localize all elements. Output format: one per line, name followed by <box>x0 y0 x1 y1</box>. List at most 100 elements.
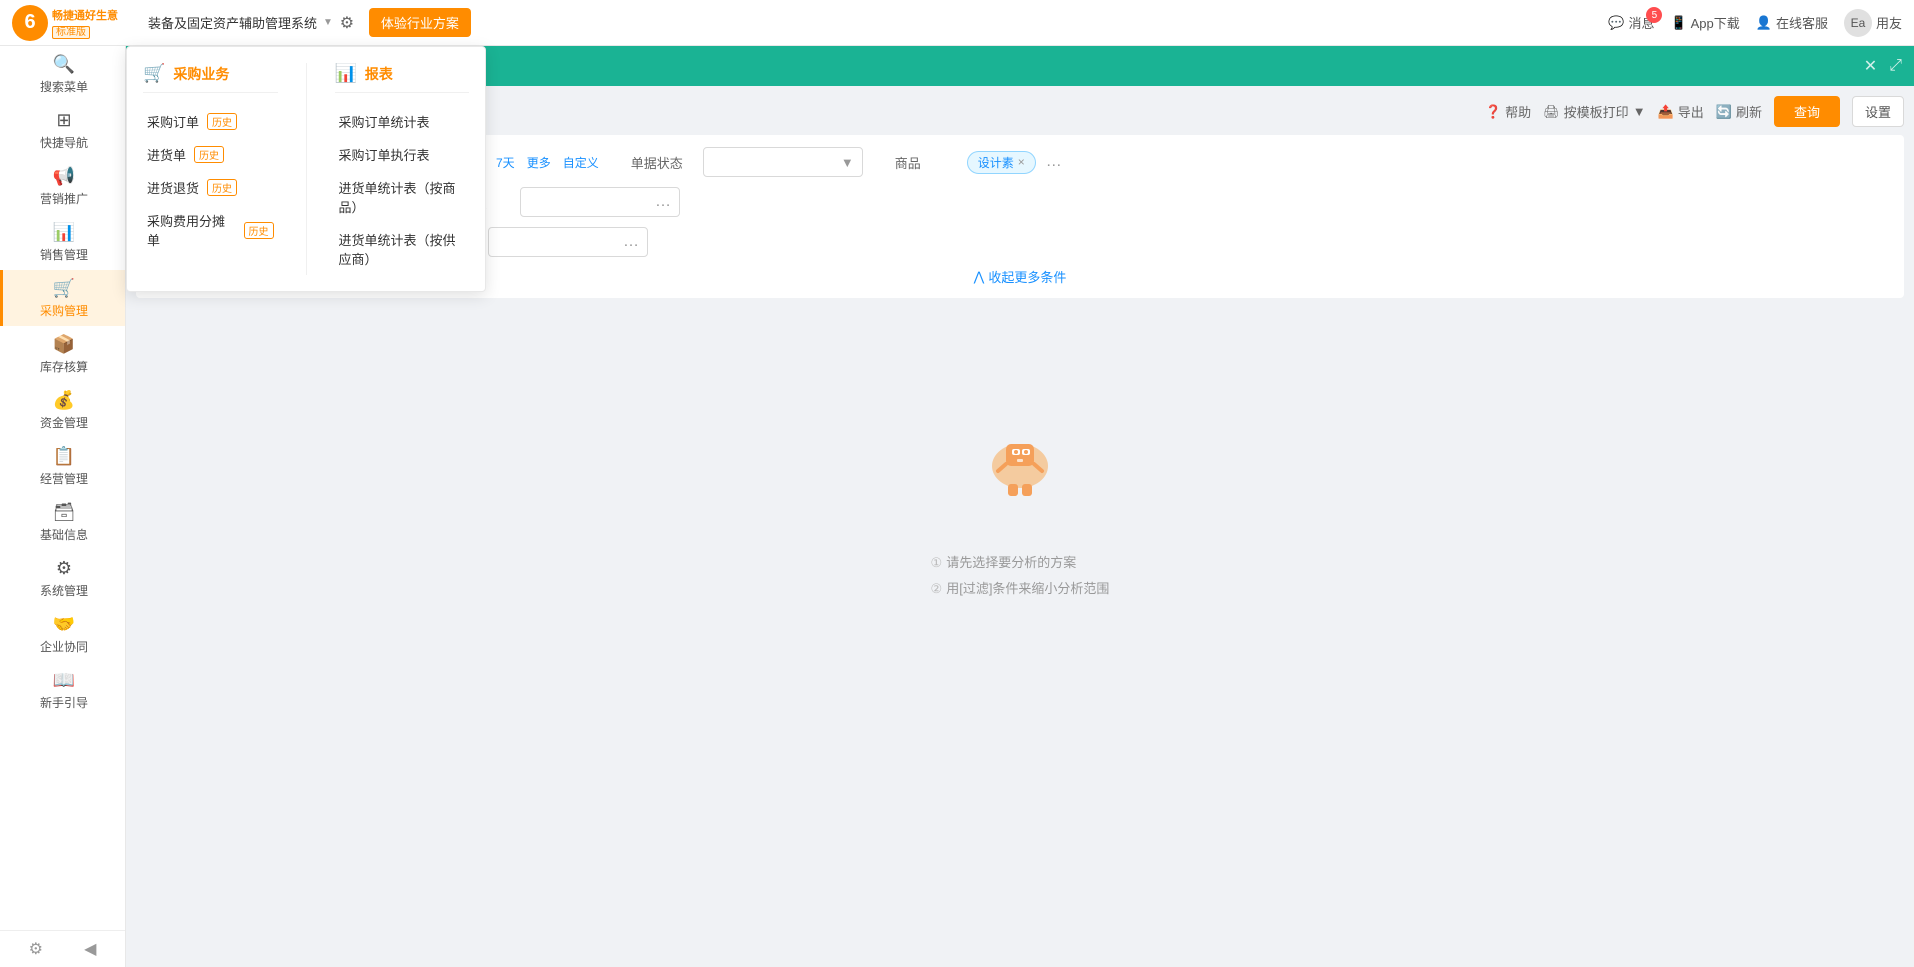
menu-item-order-exec[interactable]: 采购订单执行表 <box>335 138 470 171</box>
app-download-label: App下载 <box>1691 13 1740 32</box>
sidebar-settings-icon[interactable]: ⚙ <box>29 939 43 959</box>
purchase-order-history: 历史 <box>207 113 237 130</box>
quick-more[interactable]: 更多 <box>527 154 551 171</box>
user-avatar: Ea <box>1844 9 1872 37</box>
sidebar-label-enterprise: 企业协同 <box>40 638 88 655</box>
menu-item-receipt-stats-goods[interactable]: 进货单统计表（按商品） <box>335 171 470 223</box>
export-icon: 📤 <box>1658 104 1674 120</box>
query-btn[interactable]: 查询 <box>1774 96 1840 127</box>
empty-hint1: 请先选择要分析的方案 <box>931 555 1077 570</box>
purchase-business-label: 采购业务 <box>173 64 229 84</box>
sidebar-item-finance[interactable]: 💰 资金管理 <box>0 382 125 438</box>
receipt-stats-goods-label: 进货单统计表（按商品） <box>339 178 466 216</box>
message-btn[interactable]: 💬 消息 5 <box>1608 13 1654 32</box>
goods-filter-more[interactable]: … <box>1046 153 1062 171</box>
menu-item-purchase-order[interactable]: 采购订单 历史 <box>143 105 278 138</box>
export-btn[interactable]: 📤 导出 <box>1658 102 1704 121</box>
app-container: 6 畅捷通好生意 标准版 装备及固定资产辅助管理系统 ▼ ⚙ 体验行业方案 💬 … <box>0 0 1914 967</box>
online-service-btn[interactable]: 👤 在线客服 <box>1756 13 1828 32</box>
sidebar-item-purchase[interactable]: 🛒 采购管理 <box>0 270 125 326</box>
enterprise-icon: 🤝 <box>53 614 75 635</box>
refresh-btn[interactable]: 🔄 刷新 <box>1716 102 1762 121</box>
sales-icon: 📊 <box>53 222 75 243</box>
purchase-expense-history: 历史 <box>244 222 274 239</box>
menu-item-receipt-stats-supplier[interactable]: 进货单统计表（按供应商） <box>335 223 470 275</box>
sidebar-item-operation[interactable]: 📋 经营管理 <box>0 438 125 494</box>
logo-icon: 6 <box>12 5 48 41</box>
customer-input[interactable]: … <box>488 227 648 257</box>
quick-custom[interactable]: 自定义 <box>563 154 599 171</box>
goods-tag-remove[interactable]: × <box>1018 155 1025 169</box>
sidebar-item-inventory[interactable]: 📦 库存核算 <box>0 326 125 382</box>
goods-return-label: 进货退货 <box>147 178 199 197</box>
goods-tag-text: 设计素 <box>978 154 1014 171</box>
sidebar-label-sales: 销售管理 <box>40 246 88 263</box>
sidebar-item-quick-nav[interactable]: ⊞ 快捷导航 <box>0 102 125 158</box>
sidebar-item-marketing[interactable]: 📢 营销推广 <box>0 158 125 214</box>
print-dropdown-icon[interactable]: ▼ <box>1633 104 1646 119</box>
settings-gear-icon[interactable]: ⚙ <box>333 9 361 37</box>
message-icon: 💬 <box>1608 15 1624 31</box>
online-service-label: 在线客服 <box>1776 13 1828 32</box>
menu-item-order-stats[interactable]: 采购订单统计表 <box>335 105 470 138</box>
sidebar-label-quick-nav: 快捷导航 <box>40 134 88 151</box>
sidebar-label-search: 搜索菜单 <box>40 78 88 95</box>
purchase-business-section: 🛒 采购业务 采购订单 历史 进货单 历史 进货退货 历史 采购费用分摊单 历史 <box>143 63 278 275</box>
salesperson-more[interactable]: … <box>655 193 671 211</box>
menu-item-goods-return[interactable]: 进货退货 历史 <box>143 171 278 204</box>
print-btn[interactable]: 🖨 按模板打印 ▼ <box>1543 102 1645 121</box>
sidebar-collapse-icon[interactable]: ◀ <box>84 939 96 959</box>
purchase-dropdown-menu: 🛒 采购业务 采购订单 历史 进货单 历史 进货退货 历史 采购费用分摊单 历史 <box>126 46 486 292</box>
sidebar-item-enterprise[interactable]: 🤝 企业协同 <box>0 606 125 662</box>
print-icon: 🖨 <box>1543 104 1560 120</box>
collapse-btn[interactable]: ⋀ 收起更多条件 <box>974 267 1067 286</box>
quick-7days[interactable]: 7天 <box>496 154 515 171</box>
system-dropdown-arrow[interactable]: ▼ <box>323 17 333 28</box>
sidebar-item-basic-info[interactable]: 🗃 基础信息 <box>0 494 125 550</box>
purchase-expense-label: 采购费用分摊单 <box>147 211 236 249</box>
menu-item-purchase-expense[interactable]: 采购费用分摊单 历史 <box>143 204 278 256</box>
refresh-icon: 🔄 <box>1716 104 1732 120</box>
online-service-icon: 👤 <box>1756 15 1772 31</box>
purchase-business-title: 🛒 采购业务 <box>143 63 278 93</box>
empty-hint2: 用[过滤]条件来缩小分析范围 <box>931 581 1110 596</box>
sidebar-label-basic-info: 基础信息 <box>40 526 88 543</box>
customer-more[interactable]: … <box>623 233 639 251</box>
sidebar-item-search[interactable]: 🔍 搜索菜单 <box>0 46 125 102</box>
sidebar-item-guide[interactable]: 📖 新手引导 <box>0 662 125 718</box>
goods-filter: 设计素 × … <box>967 151 1062 174</box>
goods-tag[interactable]: 设计素 × <box>967 151 1036 174</box>
voucher-status-input[interactable]: ▼ <box>703 147 863 177</box>
salesperson-input[interactable]: … <box>520 187 680 217</box>
sidebar-item-system[interactable]: ⚙ 系统管理 <box>0 550 125 606</box>
system-title: 装备及固定资产辅助管理系统 ▼ <box>148 13 333 32</box>
basic-info-icon: 🗃 <box>53 502 76 523</box>
sidebar-label-marketing: 营销推广 <box>40 190 88 207</box>
user-menu-btn[interactable]: Ea 用友 <box>1844 9 1902 37</box>
tab-expand-icon[interactable]: ⤢ <box>1885 53 1906 79</box>
sidebar-item-sales[interactable]: 📊 销售管理 <box>0 214 125 270</box>
app-download-btn[interactable]: 📱 App下载 <box>1670 13 1739 32</box>
export-label: 导出 <box>1678 102 1704 121</box>
order-stats-label: 采购订单统计表 <box>339 112 430 131</box>
help-btn[interactable]: ❓ 帮助 <box>1485 102 1531 121</box>
sidebar-label-operation: 经营管理 <box>40 470 88 487</box>
sidebar-label-guide: 新手引导 <box>40 694 88 711</box>
menu-item-goods-receipt[interactable]: 进货单 历史 <box>143 138 278 171</box>
report-section-label: 报表 <box>365 64 393 84</box>
tab-close-all-icon[interactable]: ✕ <box>1860 52 1881 80</box>
tab-bar-right: ✕ ⤢ <box>1860 52 1914 80</box>
setting-btn[interactable]: 设置 <box>1852 96 1904 127</box>
sidebar-label-purchase: 采购管理 <box>40 302 88 319</box>
menu-divider <box>306 63 307 275</box>
empty-state: 请先选择要分析的方案 用[过滤]条件来缩小分析范围 <box>136 306 1904 706</box>
sidebar-bottom: ⚙ ◀ <box>0 930 125 967</box>
logo-text: 畅捷通好生意 <box>52 7 118 23</box>
sidebar-label-finance: 资金管理 <box>40 414 88 431</box>
industry-btn[interactable]: 体验行业方案 <box>369 8 471 37</box>
app-download-icon: 📱 <box>1670 15 1686 31</box>
help-icon: ❓ <box>1485 104 1501 120</box>
message-badge: 5 <box>1646 7 1662 23</box>
goods-filter-label: 商品 <box>895 153 955 172</box>
empty-text: 请先选择要分析的方案 用[过滤]条件来缩小分析范围 <box>931 550 1110 602</box>
